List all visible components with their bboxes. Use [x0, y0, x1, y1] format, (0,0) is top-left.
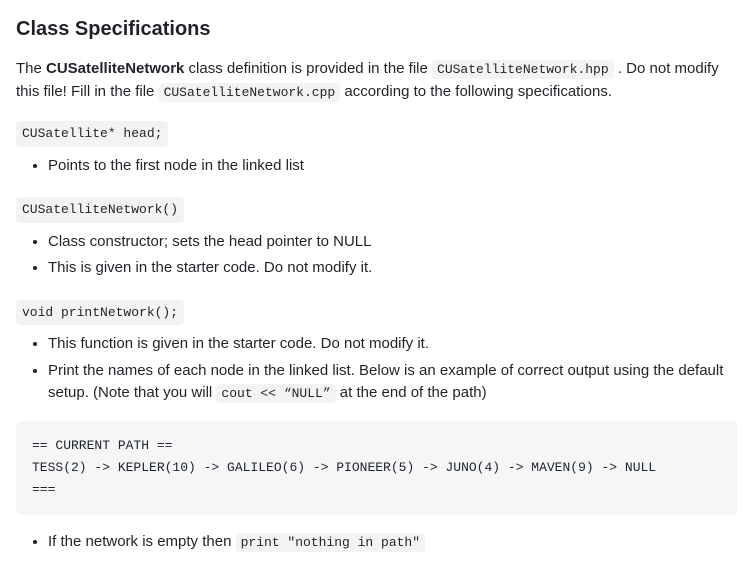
class-name: CUSatelliteNetwork — [46, 60, 184, 77]
list-item: Class constructor; sets the head pointer… — [48, 231, 737, 254]
printnetwork-bullets: This function is given in the starter co… — [16, 333, 737, 405]
list-item: This is given in the starter code. Do no… — [48, 257, 737, 280]
cpp-filename: CUSatelliteNetwork.cpp — [159, 83, 341, 102]
empty-code: print "nothing in path" — [236, 533, 425, 552]
list-item: Points to the first node in the linked l… — [48, 155, 737, 178]
intro-after-class: class definition is provided in the file — [184, 60, 432, 77]
printnetwork-signature: void printNetwork(); — [16, 300, 184, 326]
intro-after-cpp: according to the following specification… — [340, 83, 612, 100]
printnetwork-empty-bullets: If the network is empty then print "noth… — [16, 531, 737, 554]
example-output: == CURRENT PATH == TESS(2) -> KEPLER(10)… — [16, 421, 737, 515]
list-item: Print the names of each node in the link… — [48, 360, 737, 405]
ctor-bullets: Class constructor; sets the head pointer… — [16, 231, 737, 280]
head-signature: CUSatellite* head; — [16, 121, 168, 147]
cout-code: cout << “NULL” — [216, 384, 335, 403]
empty-prefix: If the network is empty then — [48, 533, 236, 550]
list-item: This function is given in the starter co… — [48, 333, 737, 356]
ctor-signature: CUSatelliteNetwork() — [16, 197, 184, 223]
intro-prefix: The — [16, 60, 46, 77]
head-bullets: Points to the first node in the linked l… — [16, 155, 737, 178]
bullet-text-suffix: at the end of the path) — [336, 384, 487, 401]
hpp-filename: CUSatelliteNetwork.hpp — [432, 60, 614, 79]
page-title: Class Specifications — [16, 14, 737, 44]
list-item: If the network is empty then print "noth… — [48, 531, 737, 554]
intro-paragraph: The CUSatelliteNetwork class definition … — [16, 58, 737, 103]
